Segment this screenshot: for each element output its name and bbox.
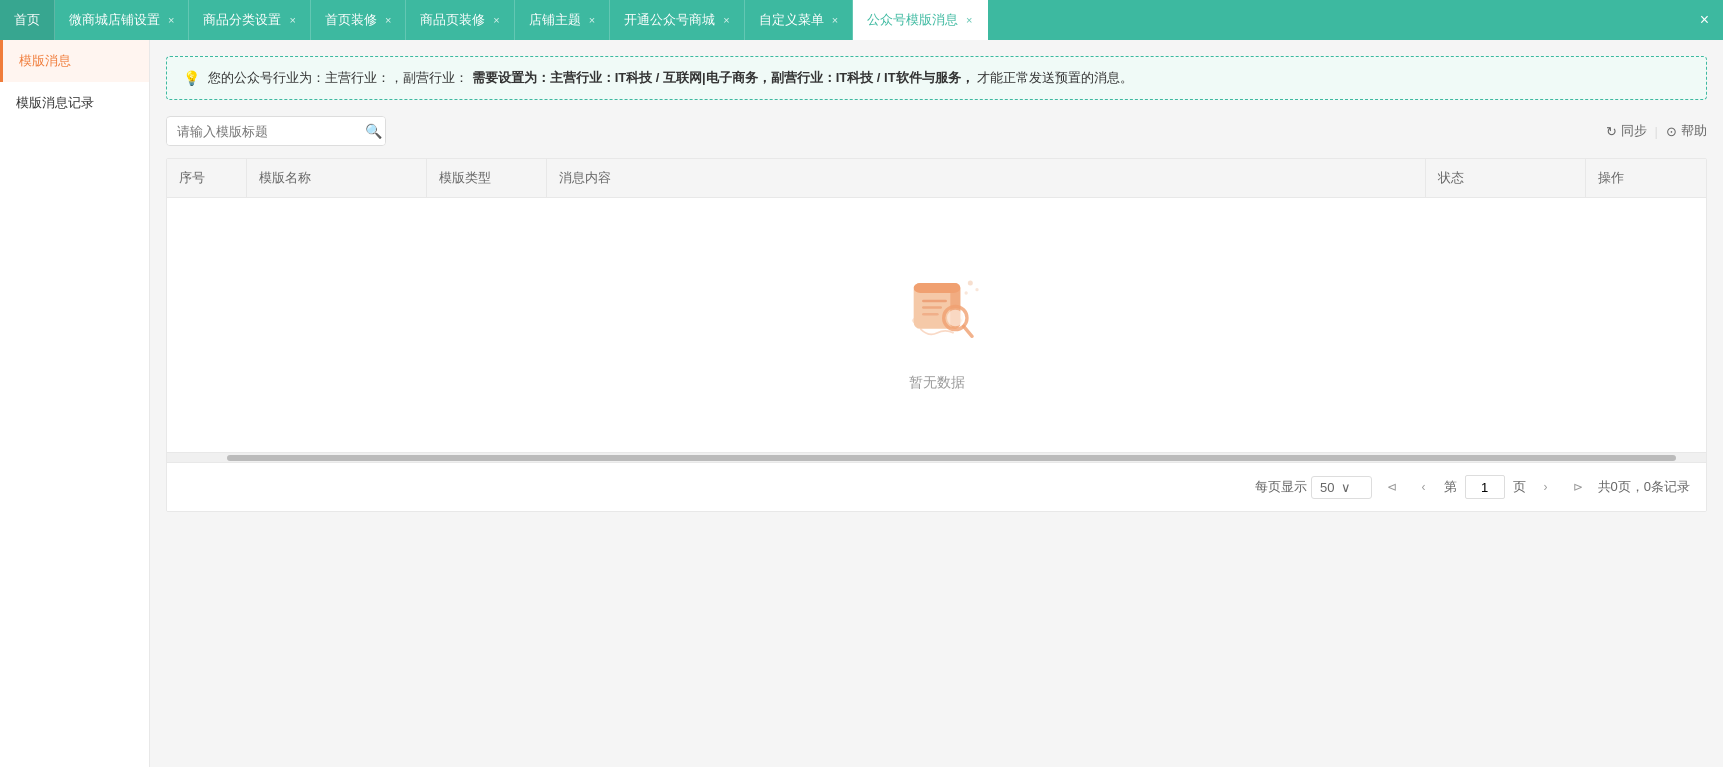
- col-status: 状态: [1426, 159, 1586, 197]
- page-label: 第: [1444, 478, 1457, 496]
- scrollbar-thumb[interactable]: [227, 455, 1676, 461]
- nav-close-all-button[interactable]: ×: [1686, 0, 1723, 40]
- bulb-icon: 💡: [183, 70, 200, 86]
- nav-tab-shop-theme[interactable]: 店铺主题 ×: [515, 0, 610, 40]
- nav-tab-shop-settings-label: 微商城店铺设置: [69, 11, 160, 29]
- sidebar-item-template-msg[interactable]: 模版消息: [0, 40, 149, 82]
- nav-tab-home[interactable]: 首页: [0, 0, 55, 40]
- nav-tab-open-mall[interactable]: 开通公众号商城 ×: [610, 0, 744, 40]
- table-container: 序号 模版名称 模版类型 消息内容 状态 操作: [166, 158, 1707, 512]
- empty-illustration: [887, 258, 987, 358]
- help-icon: ⊙: [1666, 124, 1677, 139]
- col-index: 序号: [167, 159, 247, 197]
- pagination: 每页显示 50 ∨ ⊲ ‹ 第 页 › ⊳ 共0页，0条记录: [167, 462, 1706, 511]
- search-bar: 🔍 ↻ 同步 | ⊙ 帮助: [166, 116, 1707, 146]
- per-page-dropdown[interactable]: 50 ∨: [1311, 476, 1371, 499]
- nav-tab-homepage-decor[interactable]: 首页装修 ×: [311, 0, 406, 40]
- next-page-button[interactable]: ›: [1534, 475, 1558, 499]
- nav-tab-category-settings-close[interactable]: ×: [289, 14, 295, 26]
- action-divider: |: [1655, 124, 1658, 139]
- total-info: 共0页，0条记录: [1598, 478, 1690, 496]
- sync-button[interactable]: ↻ 同步: [1606, 122, 1647, 140]
- nav-tab-template-msg-close[interactable]: ×: [966, 14, 972, 26]
- search-input[interactable]: [167, 118, 355, 145]
- sync-icon: ↻: [1606, 124, 1617, 139]
- svg-point-8: [947, 310, 964, 327]
- chevron-down-icon: ∨: [1341, 480, 1351, 495]
- nav-tab-custom-menu-close[interactable]: ×: [832, 14, 838, 26]
- col-type: 模版类型: [427, 159, 547, 197]
- sidebar-item-template-msg-log[interactable]: 模版消息记录: [0, 82, 149, 124]
- main-content: 💡 您的公众号行业为：主营行业：，副营行业： 需要设置为：主营行业：IT科技 /…: [150, 40, 1723, 767]
- per-page-label: 每页显示: [1255, 478, 1307, 496]
- search-field-container: 🔍: [166, 116, 386, 146]
- sync-label: 同步: [1621, 122, 1647, 140]
- help-label: 帮助: [1681, 122, 1707, 140]
- nav-tab-template-msg[interactable]: 公众号模版消息 ×: [853, 0, 987, 40]
- per-page-selector: 每页显示 50 ∨: [1255, 476, 1371, 499]
- nav-tab-template-msg-label: 公众号模版消息: [867, 11, 958, 29]
- table-header: 序号 模版名称 模版类型 消息内容 状态 操作: [167, 159, 1706, 198]
- horizontal-scrollbar[interactable]: [167, 452, 1706, 462]
- nav-tab-shop-theme-label: 店铺主题: [529, 11, 581, 29]
- first-page-button[interactable]: ⊲: [1380, 475, 1404, 499]
- svg-line-9: [963, 326, 971, 336]
- search-actions: ↻ 同步 | ⊙ 帮助: [1606, 122, 1707, 140]
- help-button[interactable]: ⊙ 帮助: [1666, 122, 1707, 140]
- nav-tab-homepage-decor-label: 首页装修: [325, 11, 377, 29]
- empty-state: 暂无数据: [167, 198, 1706, 452]
- svg-point-12: [964, 291, 967, 294]
- nav-tab-custom-menu[interactable]: 自定义菜单 ×: [745, 0, 853, 40]
- nav-tab-open-mall-close[interactable]: ×: [723, 14, 729, 26]
- nav-tab-homepage-decor-close[interactable]: ×: [385, 14, 391, 26]
- sidebar: 模版消息 模版消息记录: [0, 40, 150, 767]
- nav-tab-category-settings-label: 商品分类设置: [203, 11, 281, 29]
- col-name: 模版名称: [247, 159, 427, 197]
- nav-tab-home-label: 首页: [14, 11, 40, 29]
- nav-tab-shop-settings-close[interactable]: ×: [168, 14, 174, 26]
- notice-box: 💡 您的公众号行业为：主营行业：，副营行业： 需要设置为：主营行业：IT科技 /…: [166, 56, 1707, 100]
- col-content: 消息内容: [547, 159, 1426, 197]
- page-unit: 页: [1513, 478, 1526, 496]
- last-page-button[interactable]: ⊳: [1566, 475, 1590, 499]
- nav-tab-category-settings[interactable]: 商品分类设置 ×: [189, 0, 310, 40]
- nav-tab-open-mall-label: 开通公众号商城: [624, 11, 715, 29]
- empty-text: 暂无数据: [909, 374, 965, 392]
- nav-tab-shop-theme-close[interactable]: ×: [589, 14, 595, 26]
- prev-page-button[interactable]: ‹: [1412, 475, 1436, 499]
- nav-tab-product-decor-label: 商品页装修: [420, 11, 485, 29]
- nav-tab-custom-menu-label: 自定义菜单: [759, 11, 824, 29]
- page-number-input[interactable]: [1465, 475, 1505, 499]
- search-button[interactable]: 🔍: [355, 117, 386, 145]
- nav-tab-product-decor-close[interactable]: ×: [493, 14, 499, 26]
- nav-tab-product-decor[interactable]: 商品页装修 ×: [406, 0, 514, 40]
- col-action: 操作: [1586, 159, 1706, 197]
- svg-point-11: [975, 288, 978, 291]
- svg-rect-5: [922, 306, 942, 309]
- notice-suffix: 才能正常发送预置的消息。: [977, 70, 1133, 85]
- nav-tab-shop-settings[interactable]: 微商城店铺设置 ×: [55, 0, 189, 40]
- svg-point-10: [967, 281, 972, 286]
- main-layout: 模版消息 模版消息记录 💡 您的公众号行业为：主营行业：，副营行业： 需要设置为…: [0, 40, 1723, 767]
- top-nav: 首页 微商城店铺设置 × 商品分类设置 × 首页装修 × 商品页装修 × 店铺主…: [0, 0, 1723, 40]
- notice-highlight: 需要设置为：主营行业：IT科技 / 互联网|电子商务，副营行业：IT科技 / I…: [472, 70, 974, 85]
- per-page-value: 50: [1320, 480, 1334, 495]
- svg-rect-6: [922, 313, 939, 316]
- svg-rect-4: [922, 300, 947, 303]
- notice-prefix: 您的公众号行业为：主营行业：，副营行业：: [208, 70, 468, 85]
